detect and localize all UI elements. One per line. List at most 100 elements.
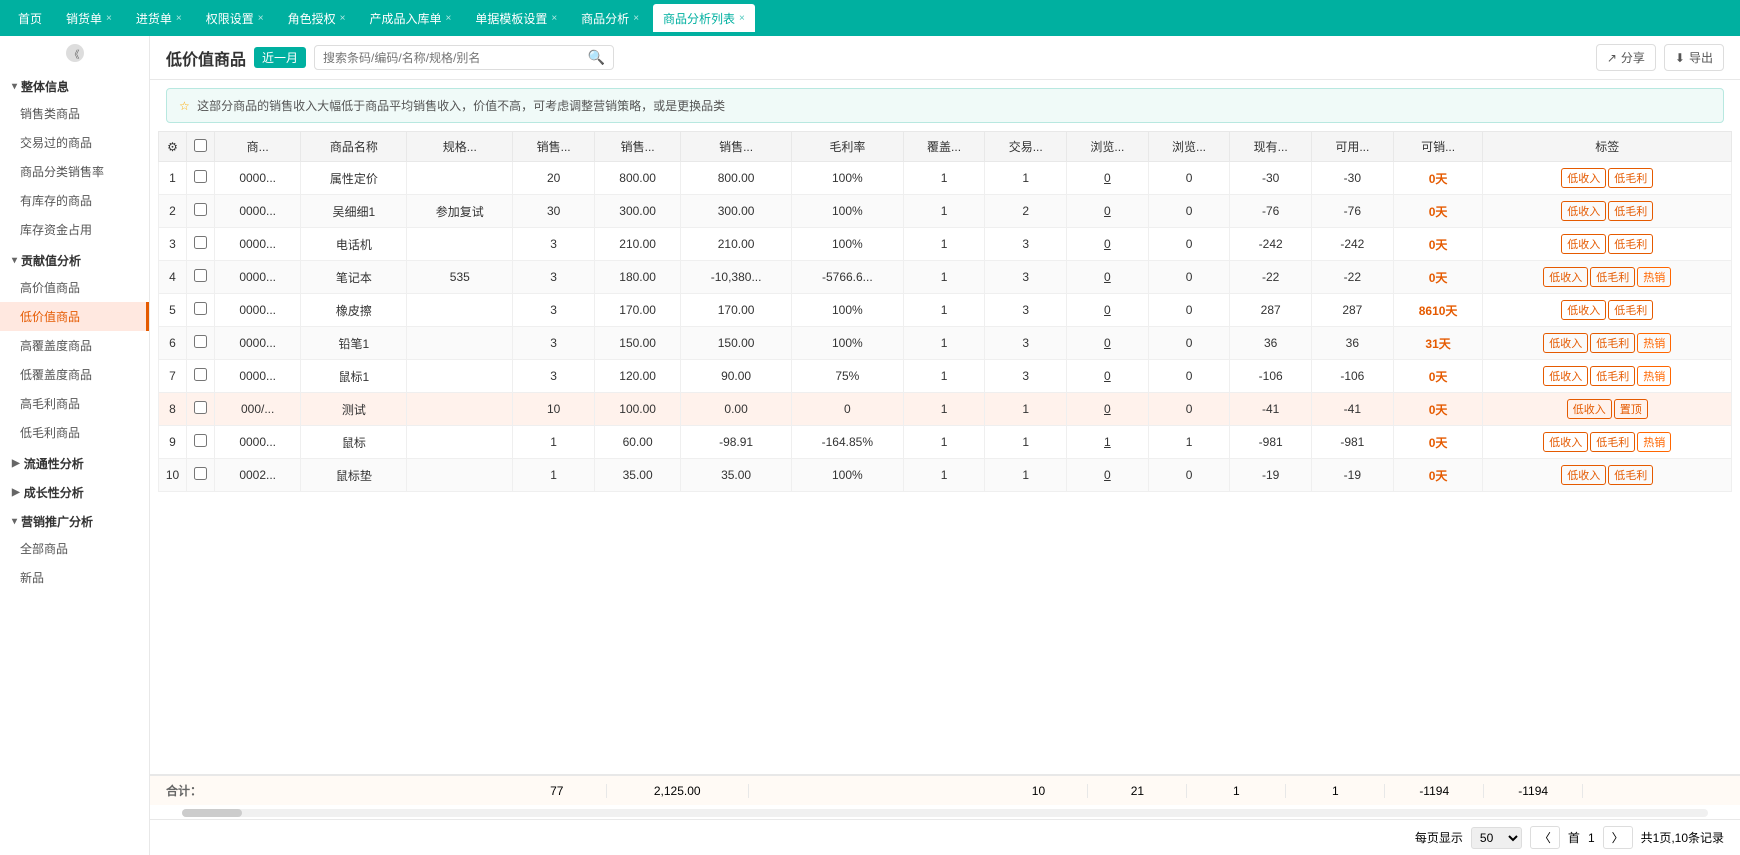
sidebar-item-new-products[interactable]: 新品 xyxy=(0,563,149,592)
close-icon[interactable]: × xyxy=(340,13,346,24)
view-link[interactable]: 0 xyxy=(1104,237,1111,251)
sidebar-item-stock-products[interactable]: 有库存的商品 xyxy=(0,186,149,215)
sidebar-group-growth[interactable]: ▶ 成长性分析 xyxy=(0,476,149,505)
row-checkbox[interactable] xyxy=(187,426,215,459)
row-sales-amount: 35.00 xyxy=(594,459,680,492)
sidebar-item-low-coverage[interactable]: 低覆盖度商品 xyxy=(0,360,149,389)
row-views1[interactable]: 0 xyxy=(1067,261,1149,294)
sidebar-item-low-value[interactable]: 低价值商品 xyxy=(0,302,149,331)
close-icon[interactable]: × xyxy=(445,13,451,24)
sidebar-group-circulation[interactable]: ▶ 流通性分析 xyxy=(0,447,149,476)
row-checkbox[interactable] xyxy=(187,360,215,393)
row-views1[interactable]: 0 xyxy=(1067,393,1149,426)
row-views1[interactable]: 0 xyxy=(1067,294,1149,327)
row-checkbox[interactable] xyxy=(187,195,215,228)
row-select-checkbox[interactable] xyxy=(194,302,207,315)
row-checkbox[interactable] xyxy=(187,162,215,195)
col-settings[interactable]: ⚙ xyxy=(159,132,187,162)
row-spec xyxy=(407,228,513,261)
view-link[interactable]: 0 xyxy=(1104,270,1111,284)
row-checkbox[interactable] xyxy=(187,261,215,294)
period-tag-button[interactable]: 近一月 xyxy=(254,47,306,68)
close-icon[interactable]: × xyxy=(258,13,264,24)
per-page-select[interactable]: 50 100 200 xyxy=(1471,827,1522,849)
sidebar-item-category-sales-rate[interactable]: 商品分类销售率 xyxy=(0,157,149,186)
sidebar-group-marketing[interactable]: ▾ 营销推广分析 xyxy=(0,505,149,534)
nav-product-analysis[interactable]: 商品分析 × xyxy=(571,4,649,32)
row-checkbox[interactable] xyxy=(187,393,215,426)
col-transactions: 交易... xyxy=(985,132,1067,162)
info-icon: ☆ xyxy=(179,99,190,113)
row-select-checkbox[interactable] xyxy=(194,236,207,249)
horizontal-scrollbar[interactable] xyxy=(166,809,1724,817)
row-select-checkbox[interactable] xyxy=(194,434,207,447)
close-icon[interactable]: × xyxy=(739,13,745,24)
sidebar-item-high-coverage[interactable]: 高覆盖度商品 xyxy=(0,331,149,360)
row-select-checkbox[interactable] xyxy=(194,335,207,348)
view-link[interactable]: 0 xyxy=(1104,468,1111,482)
view-link[interactable]: 0 xyxy=(1104,171,1111,185)
row-select-checkbox[interactable] xyxy=(194,170,207,183)
view-link[interactable]: 0 xyxy=(1104,204,1111,218)
row-code: 0000... xyxy=(215,360,301,393)
prev-page-button[interactable]: 〈 xyxy=(1530,826,1560,849)
sidebar-item-low-margin[interactable]: 低毛利商品 xyxy=(0,418,149,447)
row-views1[interactable]: 0 xyxy=(1067,195,1149,228)
sidebar-item-traded-products[interactable]: 交易过的商品 xyxy=(0,128,149,157)
row-select-checkbox[interactable] xyxy=(194,203,207,216)
sidebar-item-stock-funds[interactable]: 库存资金占用 xyxy=(0,215,149,244)
row-select-checkbox[interactable] xyxy=(194,401,207,414)
close-icon[interactable]: × xyxy=(551,13,557,24)
row-select-checkbox[interactable] xyxy=(194,269,207,282)
view-link[interactable]: 1 xyxy=(1104,435,1111,449)
row-views1[interactable]: 0 xyxy=(1067,360,1149,393)
nav-product-analysis-list[interactable]: 商品分析列表 × xyxy=(653,4,755,32)
sidebar-item-sales-products[interactable]: 销售类商品 xyxy=(0,99,149,128)
view-link[interactable]: 0 xyxy=(1104,402,1111,416)
close-icon[interactable]: × xyxy=(106,13,112,24)
view-link[interactable]: 0 xyxy=(1104,336,1111,350)
row-stock1: 36 xyxy=(1230,327,1312,360)
view-link[interactable]: 0 xyxy=(1104,303,1111,317)
row-checkbox[interactable] xyxy=(187,459,215,492)
share-button[interactable]: ↗ 分享 xyxy=(1596,44,1656,71)
close-icon[interactable]: × xyxy=(176,13,182,24)
row-stock1: -22 xyxy=(1230,261,1312,294)
close-icon[interactable]: × xyxy=(633,13,639,24)
row-views1[interactable]: 0 xyxy=(1067,327,1149,360)
export-button[interactable]: ⬇ 导出 xyxy=(1664,44,1724,71)
sidebar-item-high-margin[interactable]: 高毛利商品 xyxy=(0,389,149,418)
table-row: 5 0000... 橡皮擦 3 170.00 170.00 100% 1 3 0… xyxy=(159,294,1732,327)
select-all-checkbox[interactable] xyxy=(194,139,207,152)
row-select-checkbox[interactable] xyxy=(194,467,207,480)
sidebar-group-overview[interactable]: ▾ 整体信息 xyxy=(0,70,149,99)
nav-home[interactable]: 首页 xyxy=(8,4,52,32)
sidebar-item-all-products[interactable]: 全部商品 xyxy=(0,534,149,563)
search-icon[interactable]: 🔍 xyxy=(588,49,605,66)
nav-permissions[interactable]: 权限设置 × xyxy=(196,4,274,32)
row-select-checkbox[interactable] xyxy=(194,368,207,381)
col-checkbox[interactable] xyxy=(187,132,215,162)
row-coverage: 1 xyxy=(903,195,985,228)
nav-sales-order[interactable]: 销货单 × xyxy=(56,4,122,32)
nav-template-settings[interactable]: 单据模板设置 × xyxy=(465,4,567,32)
sidebar-item-high-value[interactable]: 高价值商品 xyxy=(0,273,149,302)
sidebar-group-contribution[interactable]: ▾ 贡献值分析 xyxy=(0,244,149,273)
row-views1[interactable]: 0 xyxy=(1067,162,1149,195)
nav-product-inbound[interactable]: 产成品入库单 × xyxy=(359,4,461,32)
row-checkbox[interactable] xyxy=(187,327,215,360)
sidebar-collapse-btn[interactable]: 《 xyxy=(66,44,84,62)
page-title: 低价值商品 xyxy=(166,46,246,70)
view-link[interactable]: 0 xyxy=(1104,369,1111,383)
nav-purchase-order[interactable]: 进货单 × xyxy=(126,4,192,32)
next-page-button[interactable]: 〉 xyxy=(1603,826,1633,849)
search-input[interactable] xyxy=(323,51,584,65)
row-name: 电话机 xyxy=(301,228,407,261)
row-views1[interactable]: 1 xyxy=(1067,426,1149,459)
row-checkbox[interactable] xyxy=(187,294,215,327)
row-views1[interactable]: 0 xyxy=(1067,459,1149,492)
row-checkbox[interactable] xyxy=(187,228,215,261)
nav-role-auth[interactable]: 角色授权 × xyxy=(278,4,356,32)
row-stock1: -30 xyxy=(1230,162,1312,195)
row-views1[interactable]: 0 xyxy=(1067,228,1149,261)
